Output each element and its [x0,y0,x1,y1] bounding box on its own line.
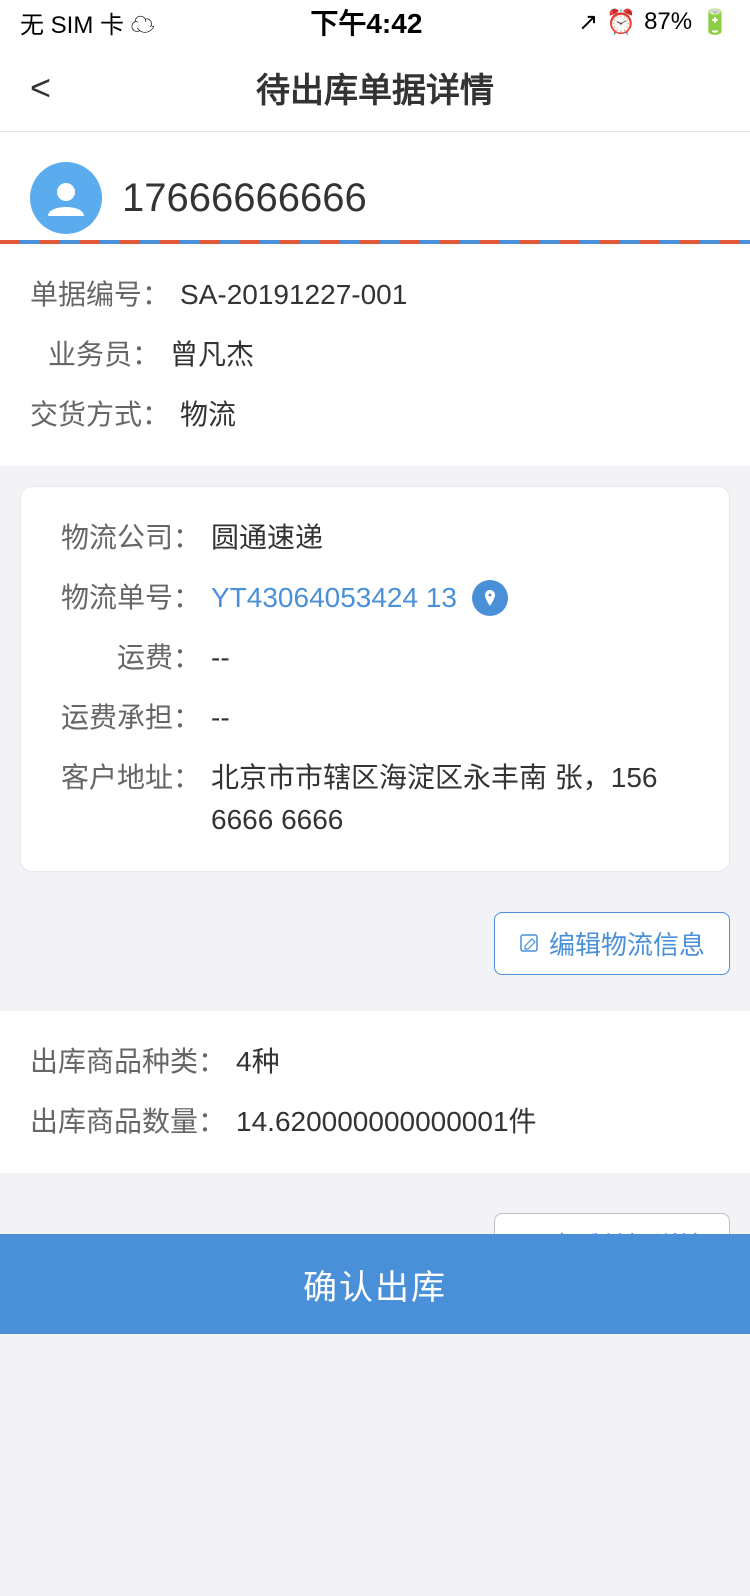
salesman-label: 业务员： [30,334,170,376]
address-label: 客户地址： [51,757,211,799]
back-button[interactable]: < [30,57,71,119]
stats-section: 出库商品种类： 4种 出库商品数量： 14.620000000000001件 [0,1011,750,1173]
user-header: 17666666666 [0,132,750,234]
sim-status: 无 SIM 卡 ☁ [20,5,155,40]
gray-separator-2 [0,993,750,1011]
freight-value: -- [211,637,699,679]
edit-icon [519,933,541,955]
location-icon-status: ↗ [578,8,598,37]
address-row: 客户地址： 北京市市辖区海淀区永丰南 张，156 6666 6666 [51,757,699,841]
edit-logistics-button[interactable]: 编辑物流信息 [494,912,730,975]
logistics-company-row: 物流公司： 圆通速递 [51,517,699,559]
order-info-section: 单据编号： SA-20191227-001 业务员： 曾凡杰 交货方式： 物流 [0,244,750,466]
logistics-tracking-label: 物流单号： [51,577,211,619]
status-bar: 无 SIM 卡 ☁ 下午4:42 ↗ ⏰ 87% 🔋 [0,0,750,44]
salesman-row: 业务员： 曾凡杰 [30,334,720,376]
salesman-value: 曾凡杰 [170,334,720,376]
gray-separator-1 [0,975,750,993]
freight-label: 运费： [51,637,211,679]
quantity-label: 出库商品数量： [30,1101,236,1143]
dashed-divider [0,234,750,244]
address-value: 北京市市辖区海淀区永丰南 张，156 6666 6666 [211,757,699,841]
quantity-row: 出库商品数量： 14.620000000000001件 [30,1101,720,1143]
order-no-value: SA-20191227-001 [180,274,720,316]
order-no-row: 单据编号： SA-20191227-001 [30,274,720,316]
types-label: 出库商品种类： [30,1041,236,1083]
edit-btn-label: 编辑物流信息 [549,925,705,962]
freight-bearer-value: -- [211,697,699,739]
status-bar-time: 下午4:42 [310,2,422,42]
nav-bar: < 待出库单据详情 [0,44,750,132]
delivery-row: 交货方式： 物流 [30,394,720,436]
logistics-company-label: 物流公司： [51,517,211,559]
map-location-icon[interactable] [472,580,508,616]
delivery-value: 物流 [180,394,720,436]
battery-status: 87% [644,8,692,36]
confirm-btn-text: 确认出库 [303,1260,447,1309]
delivery-label: 交货方式： [30,394,180,436]
logistics-tracking-value: YT43064053424 13 [211,577,699,619]
logistics-card: 物流公司： 圆通速递 物流单号： YT43064053424 13 运费： --… [20,486,730,872]
freight-row: 运费： -- [51,637,699,679]
confirm-outbound-button[interactable]: 确认出库 [0,1234,750,1334]
content: 17666666666 单据编号： SA-20191227-001 业务员： 曾… [0,132,750,1596]
page-title: 待出库单据详情 [256,63,494,112]
logistics-tracking-row: 物流单号： YT43064053424 13 [51,577,699,619]
types-value: 4种 [236,1041,720,1083]
avatar-icon [44,176,88,220]
order-no-label: 单据编号： [30,274,180,316]
status-bar-right: ↗ ⏰ 87% 🔋 [578,8,730,37]
tracking-number-text: YT43064053424 13 [211,577,457,619]
edit-btn-row: 编辑物流信息 [0,892,750,975]
user-phone: 17666666666 [122,176,367,221]
freight-bearer-label: 运费承担： [51,697,211,739]
battery-icon: 🔋 [700,8,730,37]
types-row: 出库商品种类： 4种 [30,1041,720,1083]
quantity-value: 14.620000000000001件 [236,1101,720,1143]
logistics-company-value: 圆通速递 [211,517,699,559]
alarm-icon: ⏰ [606,8,636,37]
status-bar-left: 无 SIM 卡 ☁ [20,5,155,40]
avatar [30,162,102,234]
freight-bearer-row: 运费承担： -- [51,697,699,739]
